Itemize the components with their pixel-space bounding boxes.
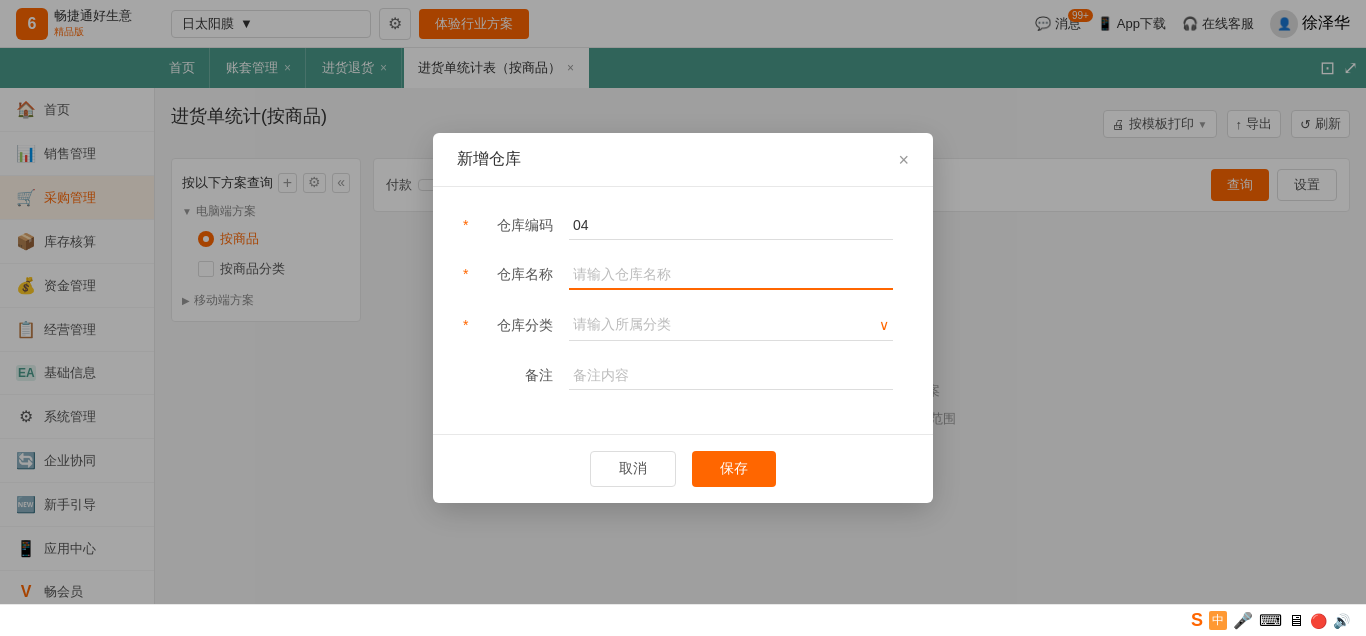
mic-icon[interactable]: 🎤 — [1233, 611, 1253, 630]
save-button[interactable]: 保存 — [692, 451, 776, 487]
network-icon: 🔴 — [1310, 613, 1327, 629]
warehouse-code-field: 仓库编码 — [473, 211, 893, 240]
bottom-bar: S 中 🎤 ⌨ 🖥 🔴 🔊 — [0, 604, 1366, 636]
modal-body: 仓库编码 仓库名称 仓库分类 请输入所属分类 ∨ 备注 — [433, 187, 933, 434]
warehouse-name-field: 仓库名称 — [473, 260, 893, 290]
modal-overlay: 新增仓库 × 仓库编码 仓库名称 仓库分类 请输入所属分类 ∨ — [0, 0, 1366, 636]
warehouse-name-input[interactable] — [569, 260, 893, 290]
warehouse-note-label: 备注 — [473, 367, 553, 385]
volume-icon[interactable]: 🔊 — [1333, 613, 1350, 629]
s-logo: S — [1191, 610, 1203, 631]
category-dropdown-icon: ∨ — [879, 317, 889, 333]
warehouse-category-select[interactable]: 请输入所属分类 ∨ — [569, 310, 893, 341]
modal-dialog: 新增仓库 × 仓库编码 仓库名称 仓库分类 请输入所属分类 ∨ — [433, 133, 933, 503]
warehouse-category-field: 仓库分类 请输入所属分类 ∨ — [473, 310, 893, 341]
bottom-icons: S 中 🎤 ⌨ 🖥 🔴 🔊 — [1191, 610, 1350, 631]
keyboard-icon[interactable]: ⌨ — [1259, 611, 1282, 630]
warehouse-note-input[interactable] — [569, 361, 893, 390]
cn-label: 中 — [1209, 611, 1227, 630]
category-placeholder: 请输入所属分类 — [573, 316, 671, 334]
warehouse-name-label: 仓库名称 — [473, 266, 553, 284]
modal-footer: 取消 保存 — [433, 434, 933, 503]
modal-title: 新增仓库 — [457, 149, 521, 170]
warehouse-category-label: 仓库分类 — [473, 317, 553, 335]
cancel-button[interactable]: 取消 — [590, 451, 676, 487]
warehouse-code-label: 仓库编码 — [473, 217, 553, 235]
modal-header: 新增仓库 × — [433, 133, 933, 187]
modal-close-button[interactable]: × — [898, 151, 909, 169]
monitor-icon[interactable]: 🖥 — [1288, 612, 1304, 630]
warehouse-code-input[interactable] — [569, 211, 893, 240]
warehouse-note-field: 备注 — [473, 361, 893, 390]
